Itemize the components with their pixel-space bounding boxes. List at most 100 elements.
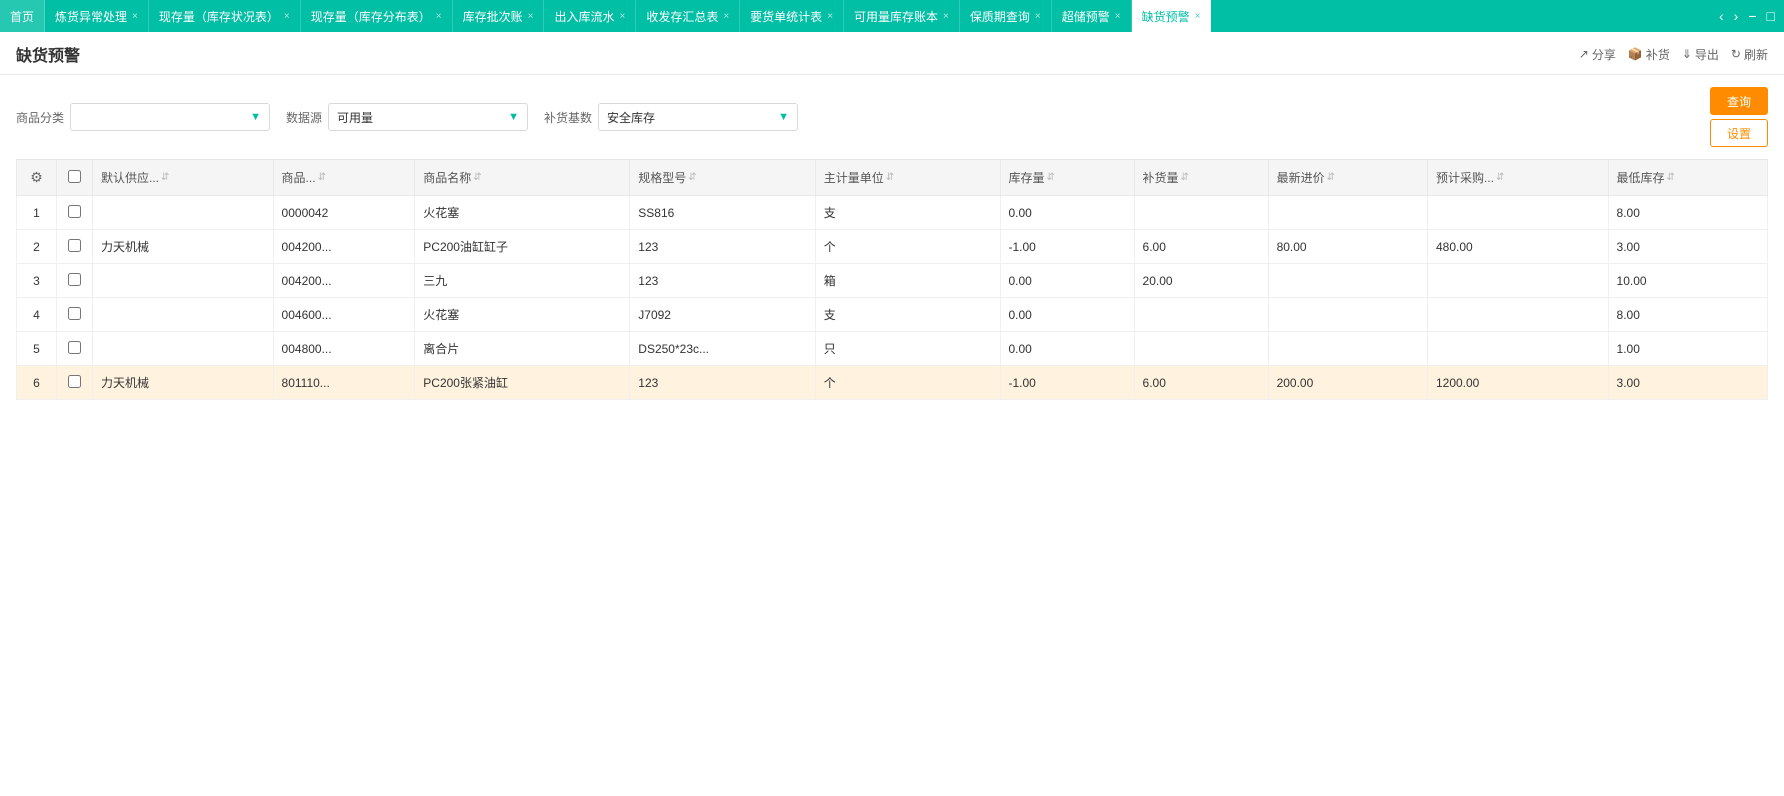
cell-check[interactable] [57, 366, 93, 400]
maximize-btn[interactable]: □ [1762, 0, 1780, 32]
cell-spec: 123 [630, 366, 815, 400]
tab-close-yaohuo[interactable]: × [827, 11, 833, 22]
datasource-value: 可用量 [337, 109, 373, 126]
settings-button[interactable]: 设置 [1710, 119, 1768, 147]
tab-quehuo[interactable]: 缺货预警× [1132, 0, 1212, 32]
page-title: 缺货预警 [16, 42, 80, 66]
cell-replenish: 20.00 [1134, 264, 1268, 298]
tab-chuku[interactable]: 出入库流水× [544, 0, 636, 32]
tab-xianzun1[interactable]: 现存量（库存状况表）× [149, 0, 301, 32]
sort-purchase-icon[interactable]: ⇵ [1496, 172, 1504, 183]
tab-close-lianyao[interactable]: × [132, 11, 138, 22]
share-btn[interactable]: ↗ 分享 [1579, 46, 1616, 63]
cell-unit: 支 [815, 298, 1000, 332]
row-checkbox-2[interactable] [68, 273, 81, 286]
tab-kucun[interactable]: 库存批次账× [453, 0, 545, 32]
cell-check[interactable] [57, 332, 93, 366]
tab-close-keyong[interactable]: × [943, 11, 949, 22]
tab-close-kucun[interactable]: × [528, 11, 534, 22]
tab-close-xianzun1[interactable]: × [284, 11, 290, 22]
tab-close-quehuo[interactable]: × [1195, 11, 1201, 22]
cell-check[interactable] [57, 230, 93, 264]
table-row[interactable]: 10000042火花塞SS816支0.008.00 [17, 196, 1768, 230]
tab-xianzun2[interactable]: 现存量（库存分布表）× [301, 0, 453, 32]
table-body: 10000042火花塞SS816支0.008.002力天机械004200...P… [17, 196, 1768, 400]
export-btn[interactable]: ⇓ 导出 [1682, 46, 1719, 63]
tab-shouhuo[interactable]: 收发存汇总表× [636, 0, 740, 32]
row-checkbox-1[interactable] [68, 239, 81, 252]
next-tab-btn[interactable]: › [1729, 0, 1744, 32]
sort-code-icon[interactable]: ⇵ [318, 172, 326, 183]
sort-stock-icon[interactable]: ⇵ [1047, 172, 1055, 183]
col-header-code: 商品... ⇵ [273, 160, 415, 196]
tab-keyong[interactable]: 可用量库存账本× [844, 0, 960, 32]
cell-unit: 箱 [815, 264, 1000, 298]
filter-actions: 查询 设置 [1710, 87, 1768, 147]
table-row[interactable]: 4004600...火花塞J7092支0.008.00 [17, 298, 1768, 332]
datasource-arrow-icon: ▼ [508, 111, 519, 123]
row-checkbox-0[interactable] [68, 205, 81, 218]
tab-lianyao[interactable]: 炼货异常处理× [45, 0, 149, 32]
tab-baozhi[interactable]: 保质期查询× [960, 0, 1052, 32]
sort-supplier-icon[interactable]: ⇵ [161, 172, 169, 183]
cell-est-purchase: 1200.00 [1427, 366, 1608, 400]
select-all-checkbox[interactable] [68, 170, 81, 183]
cell-name: 火花塞 [415, 298, 630, 332]
cell-seq: 2 [17, 230, 57, 264]
sort-name-icon[interactable]: ⇵ [473, 172, 481, 183]
cell-check[interactable] [57, 298, 93, 332]
cell-min-stock: 1.00 [1608, 332, 1767, 366]
sort-unit-icon[interactable]: ⇵ [886, 172, 894, 183]
table-container: ⚙ 默认供应... ⇵ 商品... ⇵ [0, 159, 1784, 400]
row-checkbox-3[interactable] [68, 307, 81, 320]
refresh-icon: ↻ [1731, 47, 1741, 61]
col-header-settings[interactable]: ⚙ [17, 160, 57, 196]
table-row[interactable]: 6力天机械801110...PC200张紧油缸123个-1.006.00200.… [17, 366, 1768, 400]
sort-min-stock-icon[interactable]: ⇵ [1667, 172, 1675, 183]
table-row[interactable]: 3004200...三九123箱0.0020.0010.00 [17, 264, 1768, 298]
col-header-name: 商品名称 ⇵ [415, 160, 630, 196]
query-button[interactable]: 查询 [1710, 87, 1768, 115]
cell-supplier [93, 332, 274, 366]
tab-close-chuku[interactable]: × [619, 11, 625, 22]
sort-price-icon[interactable]: ⇵ [1327, 172, 1335, 183]
cell-code: 004200... [273, 264, 415, 298]
cell-check[interactable] [57, 264, 93, 298]
cell-seq: 1 [17, 196, 57, 230]
tab-close-shouhuo[interactable]: × [723, 11, 729, 22]
tab-close-chaoe[interactable]: × [1115, 11, 1121, 22]
gear-icon[interactable]: ⚙ [30, 169, 43, 185]
replenish-btn[interactable]: 📦 补货 [1628, 46, 1670, 63]
replenish-icon: 📦 [1628, 47, 1643, 61]
table-row[interactable]: 5004800...离合片DS250*23c...只0.001.00 [17, 332, 1768, 366]
tab-close-baozhi[interactable]: × [1035, 11, 1041, 22]
cell-check[interactable] [57, 196, 93, 230]
minimize-btn[interactable]: − [1743, 0, 1761, 32]
cell-seq: 5 [17, 332, 57, 366]
sort-spec-icon[interactable]: ⇵ [688, 172, 696, 183]
cell-min-stock: 3.00 [1608, 230, 1767, 264]
table-row[interactable]: 2力天机械004200...PC200油缸缸子123个-1.006.0080.0… [17, 230, 1768, 264]
page-header: 缺货预警 ↗ 分享 📦 补货 ⇓ 导出 ↻ 刷新 [0, 32, 1784, 75]
prev-tab-btn[interactable]: ‹ [1714, 0, 1729, 32]
category-select[interactable]: ▼ [70, 103, 270, 131]
tab-close-xianzun2[interactable]: × [436, 11, 442, 22]
cell-unit: 只 [815, 332, 1000, 366]
refresh-btn[interactable]: ↻ 刷新 [1731, 46, 1768, 63]
cell-spec: SS816 [630, 196, 815, 230]
sort-replenish-icon[interactable]: ⇵ [1181, 172, 1189, 183]
row-checkbox-4[interactable] [68, 341, 81, 354]
cell-replenish [1134, 196, 1268, 230]
datasource-select[interactable]: 可用量 ▼ [328, 103, 528, 131]
cell-last-price [1268, 298, 1427, 332]
tab-chaoe[interactable]: 超储预警× [1052, 0, 1132, 32]
cell-supplier [93, 196, 274, 230]
cell-last-price [1268, 332, 1427, 366]
replenish-base-select[interactable]: 安全库存 ▼ [598, 103, 798, 131]
row-checkbox-5[interactable] [68, 375, 81, 388]
tab-home[interactable]: 首页 [0, 0, 45, 32]
tab-yaohuo[interactable]: 要货单统计表× [740, 0, 844, 32]
table-header-row: ⚙ 默认供应... ⇵ 商品... ⇵ [17, 160, 1768, 196]
col-header-stock: 库存量 ⇵ [1000, 160, 1134, 196]
cell-stock: -1.00 [1000, 366, 1134, 400]
